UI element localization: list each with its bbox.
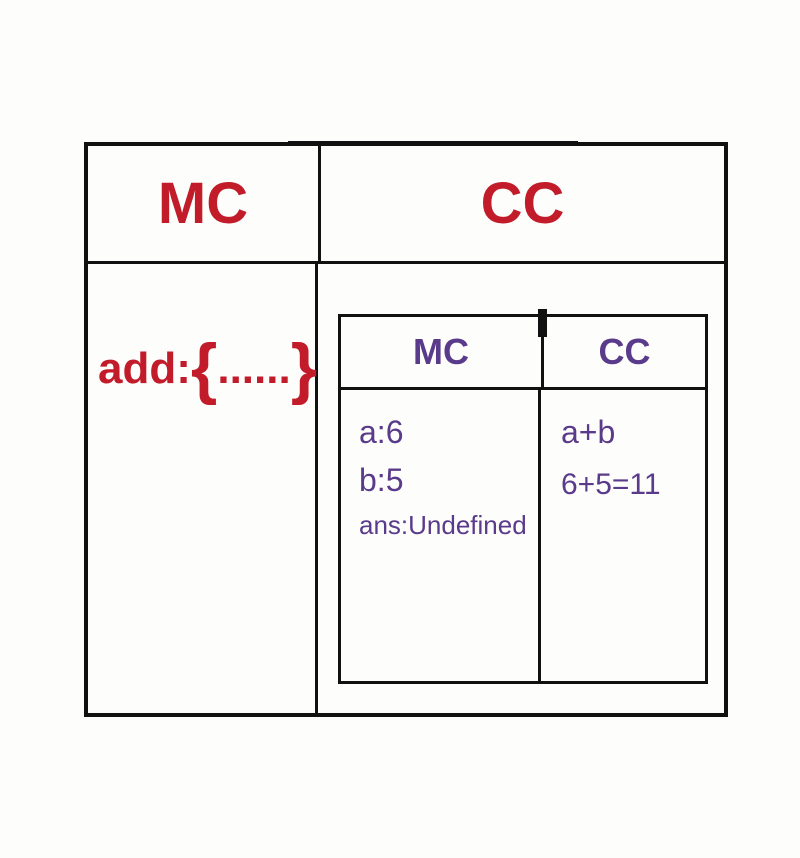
add-function-def: add:{......} [98, 344, 315, 394]
var-b: b:5 [359, 456, 528, 504]
expr-evaluation: 6+5=11 [561, 468, 695, 502]
outer-context-box: MC CC add:{......} MC CC a:6 b:5 ans:Und [84, 142, 728, 717]
add-body-ellipsis: ...... [217, 344, 290, 394]
outer-body: add:{......} MC CC a:6 b:5 ans:Undefined [88, 264, 724, 713]
outer-mc-cell: add:{......} [88, 264, 318, 713]
add-label-prefix: add: [98, 344, 191, 394]
var-a: a:6 [359, 408, 528, 456]
outer-header-row: MC CC [88, 146, 724, 264]
var-ans: ans:Undefined [359, 510, 528, 541]
outer-header-cc: CC [321, 146, 724, 261]
inner-body: a:6 b:5 ans:Undefined a+b 6+5=11 [341, 390, 705, 681]
inner-header-row: MC CC [341, 317, 705, 390]
inner-mc-cell: a:6 b:5 ans:Undefined [341, 390, 541, 681]
inner-context-box: MC CC a:6 b:5 ans:Undefined a+b 6+5=11 [338, 314, 708, 684]
inner-cc-cell: a+b 6+5=11 [541, 390, 705, 681]
divider-tick-icon [538, 309, 547, 337]
outer-top-edge-accent [288, 141, 578, 146]
expr-a-plus-b: a+b [561, 408, 695, 456]
outer-cc-cell: MC CC a:6 b:5 ans:Undefined a+b 6+5=11 [318, 264, 724, 713]
inner-header-cc: CC [544, 317, 705, 387]
outer-header-mc: MC [88, 146, 321, 261]
inner-header-mc: MC [341, 317, 544, 387]
